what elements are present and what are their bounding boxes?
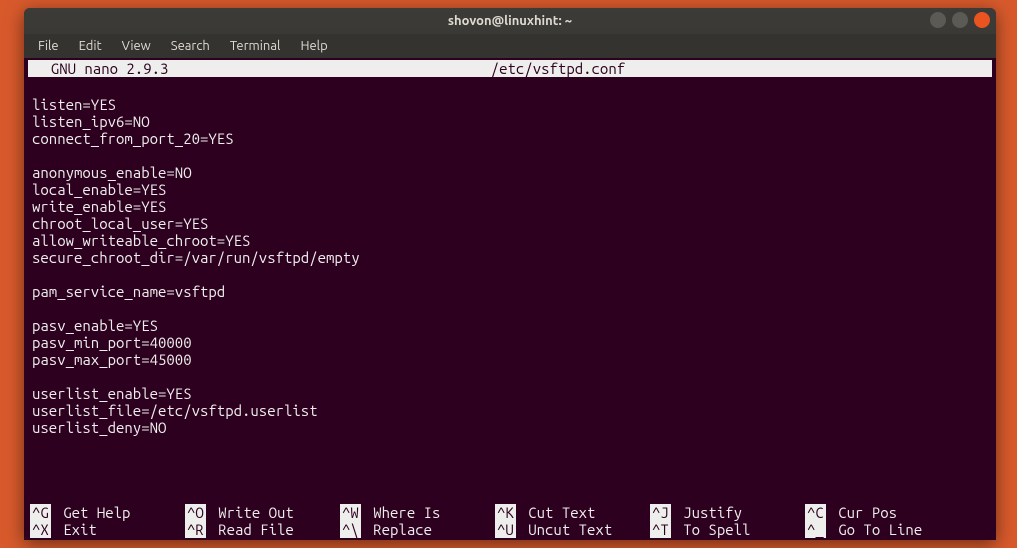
shortcut-key: ^K xyxy=(495,504,516,521)
shortcut-key: ^\ xyxy=(340,521,361,538)
shortcut-row-2: ^X Exit^R Read File^\ Replace^U Uncut Te… xyxy=(30,521,990,538)
shortcut-key: ^X xyxy=(30,521,51,538)
config-line xyxy=(32,300,988,317)
config-line: listen_ipv6=NO xyxy=(32,113,988,130)
nano-shortcuts: ^G Get Help^O Write Out^W Where Is^K Cut… xyxy=(28,504,992,540)
minimize-icon[interactable] xyxy=(930,12,946,28)
shortcut-cell: ^K Cut Text xyxy=(495,504,650,521)
shortcut-cell: ^C Cur Pos xyxy=(805,504,960,521)
titlebar[interactable]: shovon@linuxhint: ~ xyxy=(24,8,996,34)
shortcut-label: Exit xyxy=(55,521,97,538)
window-controls xyxy=(930,12,990,28)
shortcut-cell: ^W Where Is xyxy=(340,504,495,521)
config-line: connect_from_port_20=YES xyxy=(32,130,988,147)
shortcut-cell: ^\ Replace xyxy=(340,521,495,538)
shortcut-key: ^T xyxy=(650,521,671,538)
shortcut-key: ^_ xyxy=(805,521,826,538)
shortcut-cell: ^G Get Help xyxy=(30,504,185,521)
shortcut-key: ^O xyxy=(185,504,206,521)
shortcut-cell: ^R Read File xyxy=(185,521,340,538)
nano-version: GNU nano 2.9.3 xyxy=(28,60,491,77)
close-icon[interactable] xyxy=(974,12,990,28)
shortcut-key: ^R xyxy=(185,521,206,538)
config-line xyxy=(32,368,988,385)
shortcut-label: Where Is xyxy=(365,504,441,521)
menu-file[interactable]: File xyxy=(30,37,67,55)
shortcut-cell: ^O Write Out xyxy=(185,504,340,521)
shortcut-label: Read File xyxy=(210,521,294,538)
config-line: pasv_min_port=40000 xyxy=(32,334,988,351)
shortcut-key: ^U xyxy=(495,521,516,538)
menu-edit[interactable]: Edit xyxy=(71,37,110,55)
config-line xyxy=(32,79,988,96)
config-line: pasv_max_port=45000 xyxy=(32,351,988,368)
shortcut-label: To Spell xyxy=(675,521,751,538)
config-line xyxy=(32,436,988,453)
config-line: write_enable=YES xyxy=(32,198,988,215)
terminal-window: shovon@linuxhint: ~ File Edit View Searc… xyxy=(24,8,996,540)
shortcut-key: ^G xyxy=(30,504,51,521)
menu-help[interactable]: Help xyxy=(292,37,335,55)
shortcut-label: Write Out xyxy=(210,504,294,521)
maximize-icon[interactable] xyxy=(952,12,968,28)
terminal-area[interactable]: GNU nano 2.9.3 /etc/vsftpd.conf listen=Y… xyxy=(24,58,996,540)
config-line: userlist_file=/etc/vsftpd.userlist xyxy=(32,402,988,419)
nano-filename: /etc/vsftpd.conf xyxy=(491,60,992,77)
config-line: allow_writeable_chroot=YES xyxy=(32,232,988,249)
shortcut-label: Cut Text xyxy=(520,504,596,521)
menu-search[interactable]: Search xyxy=(163,37,218,55)
config-line: local_enable=YES xyxy=(32,181,988,198)
shortcut-label: Justify xyxy=(675,504,742,521)
config-line: pam_service_name=vsftpd xyxy=(32,283,988,300)
shortcut-cell: ^_ Go To Line xyxy=(805,521,960,538)
menu-terminal[interactable]: Terminal xyxy=(222,37,289,55)
shortcut-label: Uncut Text xyxy=(520,521,612,538)
config-line: pasv_enable=YES xyxy=(32,317,988,334)
config-line: chroot_local_user=YES xyxy=(32,215,988,232)
shortcut-row-1: ^G Get Help^O Write Out^W Where Is^K Cut… xyxy=(30,504,990,521)
shortcut-cell: ^T To Spell xyxy=(650,521,805,538)
menu-view[interactable]: View xyxy=(114,37,159,55)
shortcut-label: Cur Pos xyxy=(830,504,897,521)
config-line: secure_chroot_dir=/var/run/vsftpd/empty xyxy=(32,249,988,266)
shortcut-key: ^W xyxy=(340,504,361,521)
shortcut-cell: ^J Justify xyxy=(650,504,805,521)
window-title: shovon@linuxhint: ~ xyxy=(448,14,572,28)
config-line xyxy=(32,266,988,283)
nano-header: GNU nano 2.9.3 /etc/vsftpd.conf xyxy=(28,60,992,77)
menubar: File Edit View Search Terminal Help xyxy=(24,34,996,58)
shortcut-key: ^C xyxy=(805,504,826,521)
config-line xyxy=(32,147,988,164)
shortcut-label: Replace xyxy=(365,521,432,538)
shortcut-key: ^J xyxy=(650,504,671,521)
nano-body[interactable]: listen=YESlisten_ipv6=NOconnect_from_por… xyxy=(28,77,992,504)
shortcut-label: Go To Line xyxy=(830,521,922,538)
config-line: anonymous_enable=NO xyxy=(32,164,988,181)
shortcut-cell: ^X Exit xyxy=(30,521,185,538)
config-line: userlist_enable=YES xyxy=(32,385,988,402)
config-line: listen=YES xyxy=(32,96,988,113)
shortcut-label: Get Help xyxy=(55,504,131,521)
config-line: userlist_deny=NO xyxy=(32,419,988,436)
shortcut-cell: ^U Uncut Text xyxy=(495,521,650,538)
